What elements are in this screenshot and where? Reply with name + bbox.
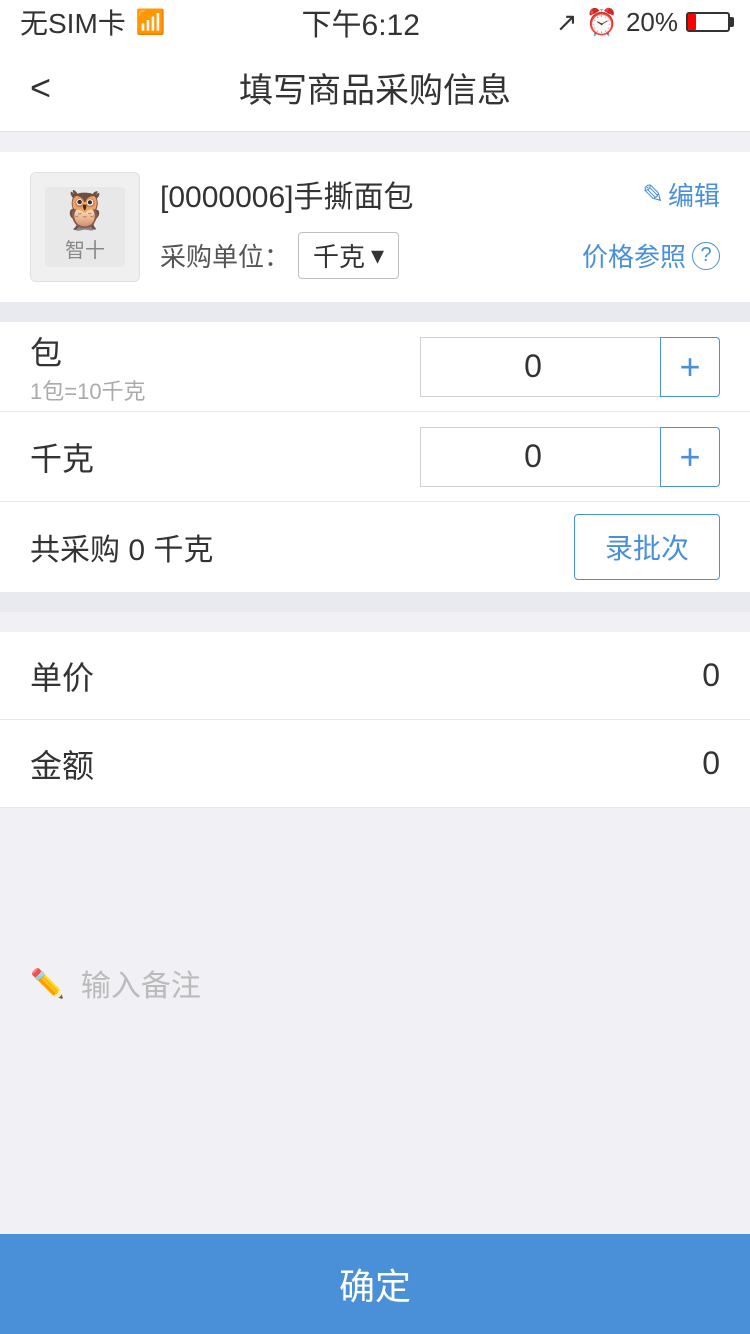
section-divider-1 [0, 302, 750, 322]
qty-plus-kg[interactable]: + [660, 427, 720, 487]
chevron-down-icon: ▾ [371, 240, 384, 271]
nav-bar: < 填写商品采购信息 [0, 44, 750, 132]
notes-placeholder: 输入备注 [81, 961, 201, 1005]
location-icon: ↗ [556, 7, 578, 38]
back-button[interactable]: < [30, 67, 51, 109]
unit-price-value: 0 [702, 657, 720, 694]
status-left: 无SIM卡 📶 [20, 2, 166, 42]
page-title: 填写商品采购信息 [239, 63, 511, 112]
battery-fill [688, 14, 696, 30]
price-ref-label: 价格参照 [582, 237, 686, 274]
amount-value: 0 [702, 745, 720, 782]
price-section: 单价 0 金额 0 [0, 632, 750, 808]
product-logo-label: 智十 [65, 234, 105, 263]
qty-input-kg[interactable] [420, 427, 660, 487]
status-bar: 无SIM卡 📶 下午6:12 ↗ ⏰ 20% [0, 0, 750, 44]
input-row-bao: 包 1包=10千克 + [0, 322, 750, 412]
qty-input-bao[interactable] [420, 337, 660, 397]
input-row-kg: 千克 + [0, 412, 750, 502]
input-right-kg: + [210, 427, 720, 487]
total-row: 共采购 0 千克 录批次 [0, 502, 750, 592]
price-ref-button[interactable]: 价格参照 ? [582, 237, 720, 274]
batch-button[interactable]: 录批次 [574, 514, 720, 580]
edit-button[interactable]: ✎编辑 [642, 176, 720, 213]
unit-kg: 千克 [30, 434, 210, 480]
pencil-icon: ✏️ [30, 967, 65, 1000]
battery-icon [686, 12, 730, 32]
unit-price-label: 单价 [30, 653, 94, 699]
product-thumbnail: 🦉 智十 [30, 172, 140, 282]
notes-section[interactable]: ✏️ 输入备注 [0, 808, 750, 1158]
price-row-unit: 单价 0 [0, 632, 750, 720]
input-section: 包 1包=10千克 + 千克 + [0, 322, 750, 502]
status-time: 下午6:12 [302, 0, 420, 44]
help-icon: ? [692, 242, 720, 270]
product-card: 🦉 智十 [0000006]手撕面包 ✎编辑 采购单位： 千克 ▾ 价格参照 ? [0, 152, 750, 302]
product-thumb-inner: 🦉 智十 [45, 187, 125, 267]
amount-label: 金额 [30, 741, 94, 787]
unit-select[interactable]: 千克 ▾ [298, 232, 399, 279]
battery-text: 20% [626, 7, 678, 38]
unit-label: 采购单位： [160, 237, 290, 274]
alarm-icon: ⏰ [586, 7, 618, 38]
confirm-button[interactable]: 确定 [0, 1234, 750, 1334]
price-row-total: 金额 0 [0, 720, 750, 808]
input-right-bao: + [210, 337, 720, 397]
unit-row: 采购单位： 千克 ▾ 价格参照 ? [160, 232, 720, 279]
qty-plus-bao[interactable]: + [660, 337, 720, 397]
product-info: [0000006]手撕面包 ✎编辑 采购单位： 千克 ▾ 价格参照 ? [160, 172, 720, 279]
section-divider-2 [0, 592, 750, 612]
unit-bao-sub: 1包=10千克 [30, 374, 210, 406]
total-label: 共采购 0 千克 [30, 525, 213, 569]
product-name-row: [0000006]手撕面包 ✎编辑 [160, 172, 720, 216]
wifi-icon: 📶 [136, 8, 166, 37]
carrier-text: 无SIM卡 [20, 2, 126, 42]
unit-value: 千克 [313, 237, 365, 274]
status-right: ↗ ⏰ 20% [556, 7, 730, 38]
product-logo-icon: 🦉 [61, 192, 108, 230]
confirm-label: 确定 [339, 1258, 411, 1310]
product-name: [0000006]手撕面包 [160, 172, 413, 216]
input-label-kg: 千克 [30, 434, 210, 480]
input-label-bao: 包 1包=10千克 [30, 328, 210, 406]
unit-bao: 包 [30, 328, 210, 374]
